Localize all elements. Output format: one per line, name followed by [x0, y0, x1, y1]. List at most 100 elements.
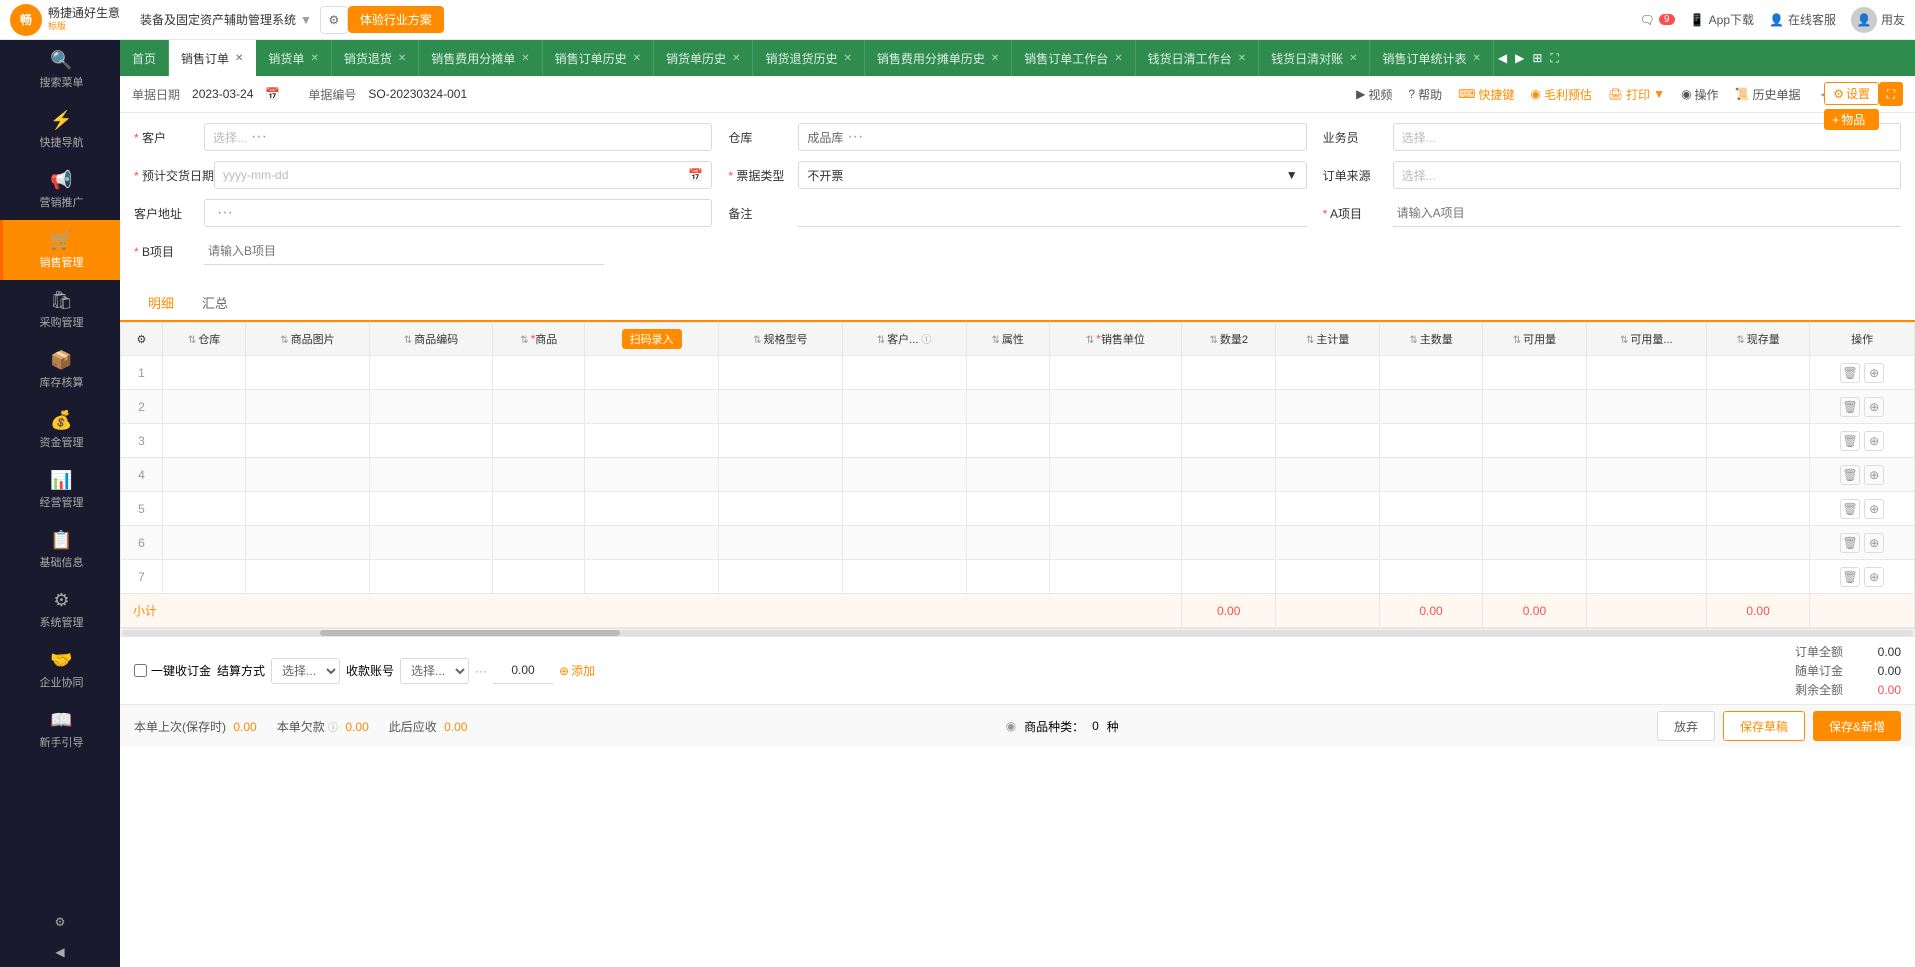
online-service-button[interactable]: 👤 在线客服: [1769, 11, 1836, 28]
tab-sales-order[interactable]: 销售订单 ✕: [169, 40, 256, 76]
delete-row-button[interactable]: 🗑: [1840, 465, 1860, 485]
sidebar-settings-button[interactable]: ⚙: [0, 907, 120, 937]
col-image-header[interactable]: ⇅商品图片: [246, 323, 370, 356]
delete-row-button[interactable]: 🗑: [1840, 567, 1860, 587]
col-available-header[interactable]: ⇅可用量: [1483, 323, 1586, 356]
copy-row-button[interactable]: ⊕: [1864, 567, 1884, 587]
col-qty2-header[interactable]: ⇅数量2: [1181, 323, 1275, 356]
one-click-checkbox[interactable]: 一键收订金: [134, 662, 211, 679]
tab-nav-left[interactable]: ◀: [1494, 51, 1511, 65]
settings-gear-button[interactable]: ⚙: [320, 6, 348, 34]
tab-close-icon[interactable]: ✕: [633, 53, 641, 64]
order-source-input[interactable]: 选择...: [1393, 161, 1901, 189]
tab-sales-expense[interactable]: 销售费用分摊单 ✕: [419, 40, 542, 76]
col-product-header[interactable]: ⇅*商品: [493, 323, 585, 356]
message-button[interactable]: 🗨 9: [1639, 13, 1674, 27]
tab-sales-history[interactable]: 销售订单历史 ✕: [543, 40, 654, 76]
copy-row-button[interactable]: ⊕: [1864, 533, 1884, 553]
print-dropdown-icon[interactable]: ▼: [1653, 87, 1665, 101]
calendar-delivery-icon[interactable]: 📅: [688, 168, 703, 182]
col-spec-header[interactable]: ⇅规格型号: [719, 323, 843, 356]
sidebar-item-sales[interactable]: 🛒 销售管理: [0, 220, 120, 280]
tab-close-icon[interactable]: ✕: [521, 53, 529, 64]
invoice-select[interactable]: 不开票 ▼: [798, 161, 1306, 189]
operation-button[interactable]: ◉ 操作: [1677, 84, 1723, 105]
tab-close-icon[interactable]: ✕: [732, 53, 740, 64]
tab-close-icon[interactable]: ✕: [843, 53, 851, 64]
tab-summary[interactable]: 汇总: [188, 285, 242, 322]
calendar-icon[interactable]: 📅: [265, 87, 280, 101]
deposit-amount-input[interactable]: [493, 658, 553, 684]
discard-button[interactable]: 放弃: [1657, 711, 1715, 741]
tab-close-icon[interactable]: ✕: [1349, 53, 1357, 64]
col-warehouse-header[interactable]: ⇅仓库: [162, 323, 245, 356]
scroll-thumb[interactable]: [320, 630, 620, 636]
delete-row-button[interactable]: 🗑: [1840, 499, 1860, 519]
delivery-input[interactable]: yyyy-mm-dd 📅: [214, 161, 712, 189]
app-download-button[interactable]: 📱 App下载: [1690, 11, 1754, 28]
customer-more-icon[interactable]: ···: [251, 128, 267, 146]
sidebar-item-basic[interactable]: 📋 基础信息: [0, 520, 120, 580]
tab-home[interactable]: 首页: [120, 40, 169, 76]
remark-input[interactable]: [798, 199, 1306, 227]
copy-row-button[interactable]: ⊕: [1864, 499, 1884, 519]
col-main-unit-header[interactable]: ⇅主计量: [1276, 323, 1379, 356]
shortcut-button[interactable]: ⌨ 快捷键: [1454, 84, 1518, 105]
customer-input[interactable]: 选择... ···: [204, 123, 712, 151]
print-button[interactable]: 🖨 打印 ▼: [1604, 84, 1669, 105]
sidebar-item-system[interactable]: ⚙ 系统管理: [0, 580, 120, 640]
tab-expense-history[interactable]: 销售费用分摊单历史 ✕: [865, 40, 1012, 76]
col-attr-header[interactable]: ⇅属性: [966, 323, 1049, 356]
add-button[interactable]: ⊕ 添加: [559, 662, 595, 679]
sidebar-collapse-button[interactable]: ◀: [0, 937, 120, 967]
video-button[interactable]: ▶ 视频: [1352, 84, 1396, 105]
scan-input-button[interactable]: 扫码录入: [622, 329, 682, 349]
sidebar-item-guide[interactable]: 📖 新手引导: [0, 700, 120, 760]
col-main-qty-header[interactable]: ⇅主数量: [1379, 323, 1482, 356]
copy-row-button[interactable]: ⊕: [1864, 363, 1884, 383]
sidebar-item-quicknav[interactable]: ⚡ 快捷导航: [0, 100, 120, 160]
help-button[interactable]: ? 帮助: [1404, 84, 1446, 105]
delete-row-button[interactable]: 🗑: [1840, 363, 1860, 383]
sidebar-item-purchase[interactable]: 🛍 采购管理: [0, 280, 120, 340]
dropdown-arrow-icon[interactable]: ▼: [300, 13, 312, 27]
tab-nav-right[interactable]: ▶: [1511, 51, 1528, 65]
b-project-input[interactable]: [204, 237, 604, 265]
col-code-header[interactable]: ⇅商品编码: [369, 323, 493, 356]
payment-method-select[interactable]: 选择...: [271, 658, 340, 684]
delete-row-button[interactable]: 🗑: [1840, 533, 1860, 553]
expand-button[interactable]: ⛶: [1879, 82, 1903, 106]
copy-row-button[interactable]: ⊕: [1864, 465, 1884, 485]
sidebar-item-search[interactable]: 🔍 搜索菜单: [0, 40, 120, 100]
tab-close-icon[interactable]: ✕: [310, 53, 318, 64]
tab-close-icon[interactable]: ✕: [991, 53, 999, 64]
delete-row-button[interactable]: 🗑: [1840, 431, 1860, 451]
copy-row-button[interactable]: ⊕: [1864, 431, 1884, 451]
col-available2-header[interactable]: ⇅可用量...: [1586, 323, 1706, 356]
tab-sales-stats[interactable]: 销售订单统计表 ✕: [1370, 40, 1493, 76]
delete-row-button[interactable]: 🗑: [1840, 397, 1860, 417]
goods-button[interactable]: + 物品: [1824, 109, 1879, 130]
tab-close-icon[interactable]: ✕: [1238, 53, 1246, 64]
tab-close-icon[interactable]: ✕: [398, 53, 406, 64]
tab-close-icon[interactable]: ✕: [1114, 53, 1122, 64]
a-project-input[interactable]: [1393, 199, 1901, 227]
tab-sales-list[interactable]: 销货单 ✕: [256, 40, 331, 76]
tab-close-icon[interactable]: ✕: [1473, 53, 1481, 64]
tab-invoice-history[interactable]: 销货单历史 ✕: [654, 40, 753, 76]
col-settings-header[interactable]: ⚙: [121, 323, 163, 356]
tab-sales-return[interactable]: 销货退货 ✕: [332, 40, 419, 76]
warehouse-more-icon[interactable]: ···: [847, 128, 863, 146]
tab-detail[interactable]: 明细: [134, 285, 188, 322]
address-input[interactable]: ···: [204, 199, 712, 227]
collection-account-select[interactable]: 选择...: [400, 658, 469, 684]
address-more-icon[interactable]: ···: [217, 204, 233, 222]
tab-fullscreen-button[interactable]: ⛶: [1546, 51, 1562, 66]
scroll-hint[interactable]: [120, 628, 1915, 636]
sidebar-item-operations[interactable]: 📊 经营管理: [0, 460, 120, 520]
sidebar-item-finance[interactable]: 💰 资金管理: [0, 400, 120, 460]
col-unit-header[interactable]: ⇅*销售单位: [1049, 323, 1181, 356]
settings-button[interactable]: ⚙ 设置: [1824, 82, 1879, 105]
one-click-checkbox-input[interactable]: [134, 664, 147, 677]
tab-return-history[interactable]: 销货退货历史 ✕: [753, 40, 864, 76]
